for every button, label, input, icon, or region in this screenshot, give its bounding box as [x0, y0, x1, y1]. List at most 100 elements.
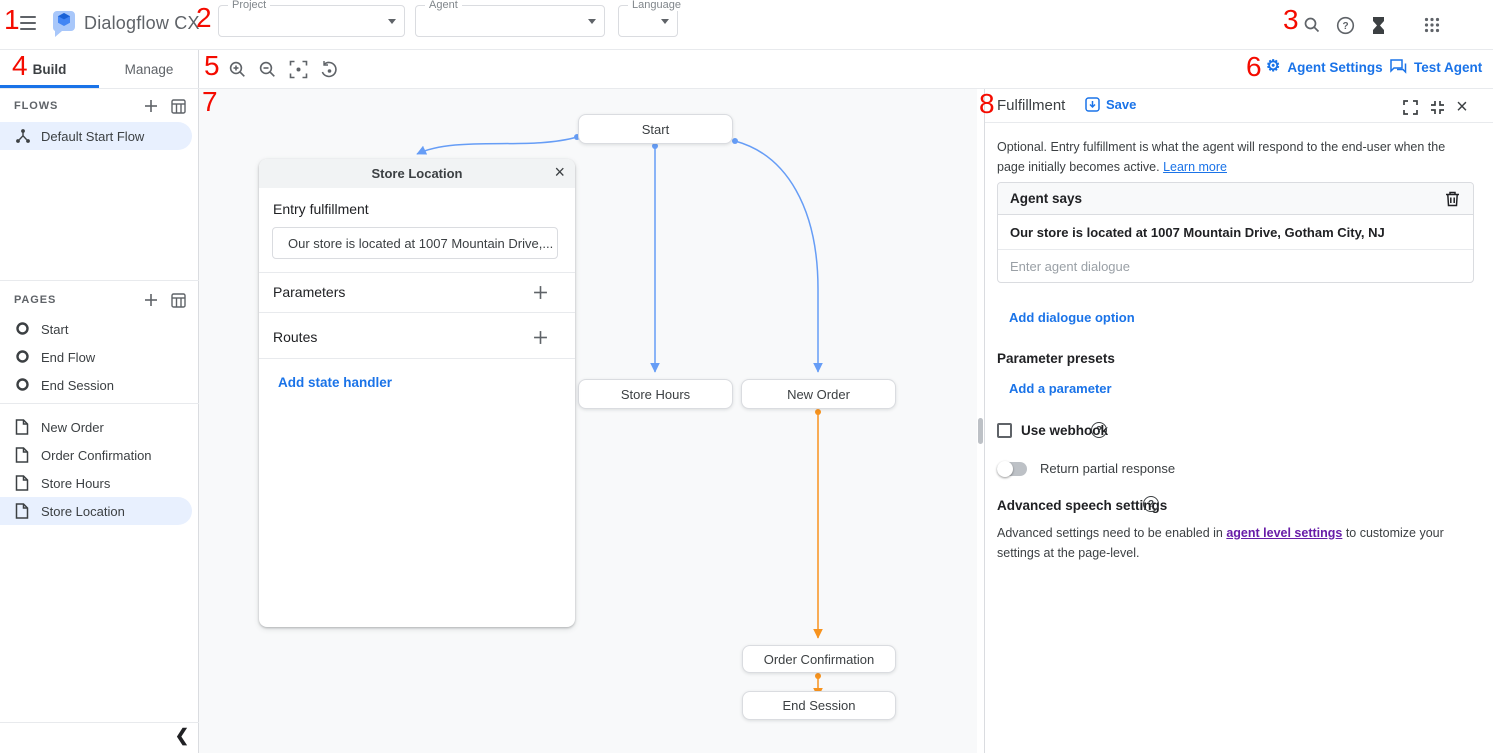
panel-resize-gutter — [977, 89, 985, 753]
close-icon[interactable]: × — [554, 162, 565, 183]
divider — [259, 272, 575, 273]
annotation-7: 7 — [202, 88, 218, 116]
sidebar-item-order-confirmation[interactable]: Order Confirmation — [0, 441, 192, 469]
page-item-label: Store Location — [41, 504, 125, 519]
add-parameter-plus-icon[interactable] — [531, 283, 549, 301]
store-location-panel-header[interactable]: Store Location — [259, 159, 575, 188]
add-state-handler-link[interactable]: Add state handler — [278, 375, 392, 390]
tab-manage[interactable]: Manage — [99, 50, 199, 88]
store-location-node-panel: Store Location × Entry fulfillment Our s… — [259, 159, 575, 627]
save-icon — [1085, 97, 1100, 112]
add-route-plus-icon[interactable] — [531, 328, 549, 346]
menu-icon[interactable] — [20, 16, 36, 30]
agent-says-card: Agent says Our store is located at 1007 … — [997, 182, 1474, 283]
sidebar-item-end-flow[interactable]: End Flow — [0, 343, 192, 371]
annotation-1: 1 — [4, 6, 20, 34]
flows-list-view-button[interactable] — [169, 97, 187, 115]
add-page-button[interactable] — [142, 291, 160, 309]
store-location-panel-title: Store Location — [371, 166, 462, 181]
test-agent-button[interactable]: Test Agent — [1390, 59, 1482, 75]
fullscreen-icon[interactable] — [1402, 99, 1418, 115]
agent-level-settings-link[interactable]: agent level settings — [1226, 526, 1342, 540]
learn-more-link[interactable]: Learn more — [1163, 160, 1227, 174]
close-icon[interactable]: × — [1454, 99, 1470, 115]
resize-handle[interactable] — [978, 418, 983, 444]
sidebar-item-store-hours[interactable]: Store Hours — [0, 469, 192, 497]
agent-dialogue-text: Our store is located at 1007 Mountain Dr… — [1010, 225, 1385, 240]
agent-says-header: Agent says — [998, 183, 1473, 215]
parameters-label: Parameters — [273, 284, 345, 300]
chevron-down-icon — [388, 19, 396, 24]
speech-settings-help-icon[interactable]: ? — [1143, 496, 1159, 512]
apps-grid-icon[interactable] — [1420, 13, 1444, 37]
add-flow-button[interactable] — [142, 97, 160, 115]
svg-text:?: ? — [1342, 21, 1348, 32]
advanced-speech-settings-label: Advanced speech settings — [997, 498, 1167, 513]
parameter-presets-label: Parameter presets — [997, 351, 1115, 366]
dialogflow-logo — [50, 9, 78, 39]
add-a-parameter-link[interactable]: Add a parameter — [1009, 381, 1112, 396]
node-label: Start — [642, 122, 669, 137]
page-doc-icon — [15, 419, 31, 435]
page-item-label: End Flow — [41, 350, 95, 365]
agent-dropdown-label: Agent — [425, 0, 462, 11]
sidebar-item-end-session[interactable]: End Session — [0, 371, 192, 399]
save-button[interactable]: Save — [1085, 97, 1136, 112]
flow-tabs-cell: Build Manage — [0, 50, 199, 88]
trash-icon[interactable] — [1445, 191, 1461, 207]
divider — [259, 312, 575, 313]
webhook-help-icon[interactable]: ? — [1091, 422, 1107, 438]
entry-fulfillment-field[interactable]: Our store is located at 1007 Mountain Dr… — [272, 227, 558, 259]
add-dialogue-option-link[interactable]: Add dialogue option — [1009, 310, 1135, 325]
page-item-label: Order Confirmation — [41, 448, 152, 463]
entry-fulfillment-value: Our store is located at 1007 Mountain Dr… — [288, 236, 553, 251]
divider — [0, 280, 199, 281]
divider — [0, 403, 199, 404]
page-doc-icon — [15, 475, 31, 491]
reset-view-icon[interactable] — [318, 58, 340, 80]
return-partial-response-toggle[interactable] — [997, 462, 1027, 476]
zoom-in-icon[interactable] — [226, 58, 248, 80]
annotation-2: 2 — [196, 4, 212, 32]
flows-header-label: FLOWS — [14, 100, 58, 112]
language-dropdown[interactable]: Language — [618, 5, 678, 37]
fullscreen-exit-icon[interactable] — [1429, 99, 1445, 115]
node-new-order[interactable]: New Order — [741, 379, 896, 409]
node-label: Order Confirmation — [764, 652, 875, 667]
divider — [985, 122, 1493, 123]
sidebar-item-new-order[interactable]: New Order — [0, 413, 192, 441]
note-text: Advanced settings need to be enabled in — [997, 526, 1226, 540]
agent-settings-button[interactable]: ⚙ Agent Settings — [1266, 59, 1383, 75]
help-icon[interactable]: ? — [1333, 13, 1357, 37]
node-order-confirmation[interactable]: Order Confirmation — [742, 645, 896, 673]
agent-dialogue-input[interactable]: Enter agent dialogue — [998, 250, 1473, 282]
agent-dropdown[interactable]: Agent — [415, 5, 605, 37]
pages-list-view-button[interactable] — [169, 291, 187, 309]
secondary-toolbar: Build Manage ⚙ Agent Settings Test Agent — [0, 50, 1493, 89]
page-doc-icon — [15, 447, 31, 463]
agent-dialogue-entry[interactable]: Our store is located at 1007 Mountain Dr… — [998, 215, 1473, 250]
use-webhook-checkbox[interactable] — [997, 423, 1012, 438]
hourglass-icon[interactable] — [1366, 13, 1390, 37]
toggle-knob — [997, 461, 1013, 477]
annotation-8: 8 — [979, 90, 995, 118]
page-circle-icon — [15, 377, 31, 393]
page-doc-icon — [15, 503, 31, 519]
annotation-6: 6 — [1246, 53, 1262, 81]
center-focus-icon[interactable] — [287, 58, 309, 80]
flow-canvas[interactable]: Start Store Hours New Order Order Confir… — [199, 89, 977, 753]
search-icon[interactable] — [1300, 13, 1324, 37]
collapse-sidebar-button[interactable]: ❮ — [172, 726, 192, 746]
sidebar-item-default-start-flow[interactable]: Default Start Flow — [0, 122, 192, 150]
node-label: End Session — [783, 698, 856, 713]
node-start[interactable]: Start — [578, 114, 733, 144]
fulfillment-panel-title: Fulfillment — [997, 97, 1065, 114]
flow-item-label: Default Start Flow — [41, 129, 144, 144]
agent-dialogue-placeholder: Enter agent dialogue — [1010, 259, 1130, 274]
project-dropdown[interactable]: Project — [218, 5, 405, 37]
sidebar-item-start[interactable]: Start — [0, 315, 192, 343]
sidebar-item-store-location[interactable]: Store Location — [0, 497, 192, 525]
zoom-out-icon[interactable] — [256, 58, 278, 80]
node-store-hours[interactable]: Store Hours — [578, 379, 733, 409]
node-end-session[interactable]: End Session — [742, 691, 896, 720]
